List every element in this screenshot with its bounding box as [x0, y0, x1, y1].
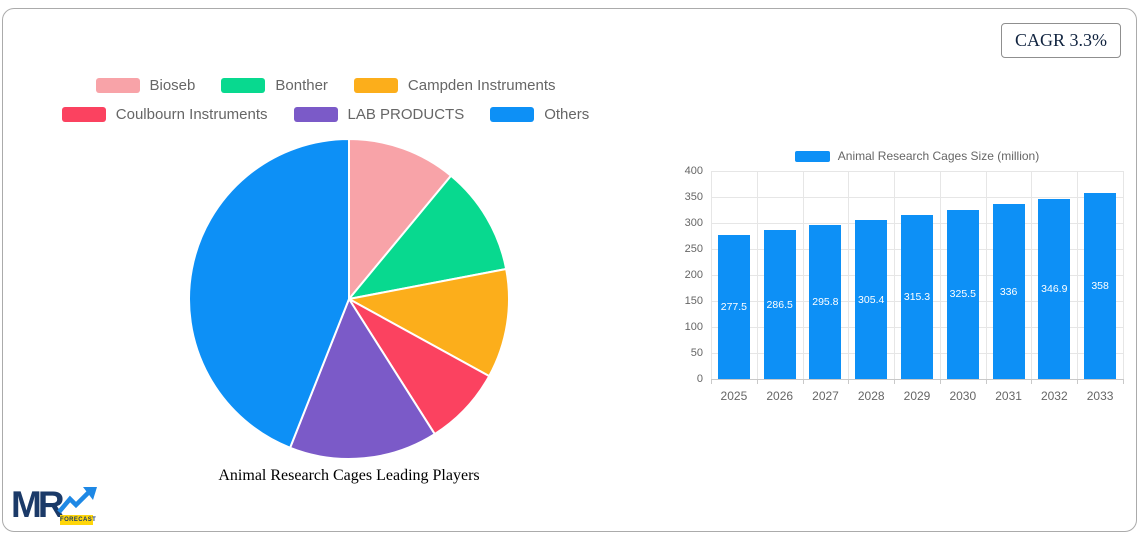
- bar-value-label: 346.9: [1041, 282, 1068, 295]
- x-axis-label: 2027: [812, 389, 839, 403]
- trend-arrow-icon: [57, 487, 97, 514]
- pie-legend-row: Coulbourn Instruments LAB PRODUCTS Others: [8, 106, 643, 123]
- y-axis-label: 100: [684, 321, 703, 333]
- logo-badge: FORECAST: [60, 515, 97, 525]
- pie-legend: Bioseb Bonther Campden Instruments Coulbour…: [8, 77, 643, 135]
- bar-value-label: 336: [999, 285, 1018, 298]
- logo-text: MR: [11, 484, 65, 525]
- legend-label: LAB PRODUCTS: [347, 106, 465, 123]
- y-axis-label: 0: [696, 373, 703, 385]
- x-axis-tick: [848, 379, 849, 384]
- legend-item-bonther[interactable]: Bonther: [221, 77, 328, 94]
- pie-chart-title: Animal Research Cages Leading Players: [218, 467, 480, 484]
- x-axis-label: 2025: [720, 389, 748, 403]
- legend-item-others[interactable]: Others: [490, 106, 589, 123]
- legend-label: Others: [544, 106, 590, 123]
- gridline-horizontal: [711, 171, 1123, 172]
- pie-chart: [188, 138, 511, 460]
- pie-legend-row: Bioseb Bonther Campden Instruments: [8, 77, 643, 94]
- legend-label: Coulbourn Instruments: [115, 106, 268, 123]
- x-axis-label: 2030: [949, 389, 977, 403]
- bar-2028[interactable]: 305.4: [855, 220, 888, 379]
- bar-chart: Animal Research Cages Size (million) 277…: [643, 141, 1135, 421]
- x-axis-tick: [757, 379, 758, 384]
- legend-swatch-icon: [95, 78, 140, 93]
- legend-label: Bioseb: [149, 77, 196, 94]
- legend-swatch-icon: [293, 107, 338, 122]
- bar-plot-area: 277.5 286.5 295.8 305.4 315.3 325.5 336 346.9 35…: [711, 171, 1124, 380]
- bar-2031[interactable]: 336: [992, 204, 1025, 379]
- legend-label: Campden Instruments: [407, 77, 556, 94]
- bar-legend-label: Animal Research Cages Size (million): [837, 149, 1040, 163]
- legend-item-coulbourn-instruments[interactable]: Coulbourn Instruments: [61, 106, 268, 123]
- x-axis-label: 2026: [766, 389, 794, 403]
- bar-2033[interactable]: 358: [1084, 192, 1117, 379]
- x-axis-tick: [1123, 379, 1124, 384]
- bar-2029[interactable]: 315.3: [901, 215, 933, 379]
- legend-item-bioseb[interactable]: Bioseb: [95, 77, 196, 94]
- gridline-horizontal: [711, 379, 1123, 380]
- cagr-badge: CAGR 3.3%: [1000, 23, 1121, 58]
- y-axis-label: 150: [684, 295, 703, 307]
- legend-swatch-icon: [353, 78, 398, 93]
- y-axis-label: 300: [684, 217, 703, 229]
- y-axis-label: 400: [684, 165, 703, 177]
- y-axis-label: 350: [684, 191, 703, 203]
- bar-value-label: 286.5: [766, 298, 793, 311]
- x-axis-label: 2028: [857, 389, 885, 403]
- x-axis-tick: [986, 379, 987, 384]
- x-axis-tick: [940, 379, 941, 384]
- bar-value-label: 295.8: [812, 296, 839, 309]
- chart-card: CAGR 3.3% Bioseb Bonther Campden Instrumen…: [2, 8, 1137, 532]
- bar-legend-swatch-icon: [794, 150, 830, 162]
- x-axis-label: 2032: [1040, 389, 1068, 403]
- bar-2026[interactable]: 286.5: [763, 230, 796, 379]
- legend-item-campden-instruments[interactable]: Campden Instruments: [353, 77, 556, 94]
- bar-2025[interactable]: 277.5: [717, 234, 750, 379]
- legend-item-lab-products[interactable]: LAB PRODUCTS: [293, 106, 465, 123]
- x-axis-label: 2029: [903, 389, 931, 403]
- gridline-vertical: [1123, 171, 1124, 379]
- x-axis-tick: [894, 379, 895, 384]
- x-axis-tick: [711, 379, 712, 384]
- bar-2027[interactable]: 295.8: [809, 225, 842, 379]
- x-axis-label: 2031: [995, 389, 1022, 403]
- y-axis-label: 50: [690, 347, 703, 359]
- y-axis-label: 200: [684, 269, 703, 281]
- bar-value-label: 358: [1091, 279, 1109, 292]
- legend-swatch-icon: [221, 78, 266, 93]
- legend-swatch-icon: [490, 107, 535, 122]
- bar-2030[interactable]: 325.5: [946, 209, 979, 379]
- bar-2032[interactable]: 346.9: [1038, 198, 1071, 379]
- bar-value-label: 305.4: [858, 293, 885, 306]
- bar-chart-legend[interactable]: Animal Research Cages Size (million): [711, 149, 1123, 163]
- legend-swatch-icon: [61, 107, 106, 122]
- legend-label: Bonther: [275, 77, 328, 94]
- mr-forecast-logo: MR FORECAST: [11, 486, 103, 536]
- x-axis-tick: [1031, 379, 1032, 384]
- bar-value-label: 325.5: [949, 288, 976, 301]
- x-axis-tick: [803, 379, 804, 384]
- bar-value-label: 277.5: [720, 300, 748, 313]
- bar-value-label: 315.3: [903, 291, 931, 303]
- x-axis-tick: [1077, 379, 1078, 384]
- y-axis-label: 250: [684, 243, 703, 255]
- x-axis-label: 2033: [1086, 389, 1114, 403]
